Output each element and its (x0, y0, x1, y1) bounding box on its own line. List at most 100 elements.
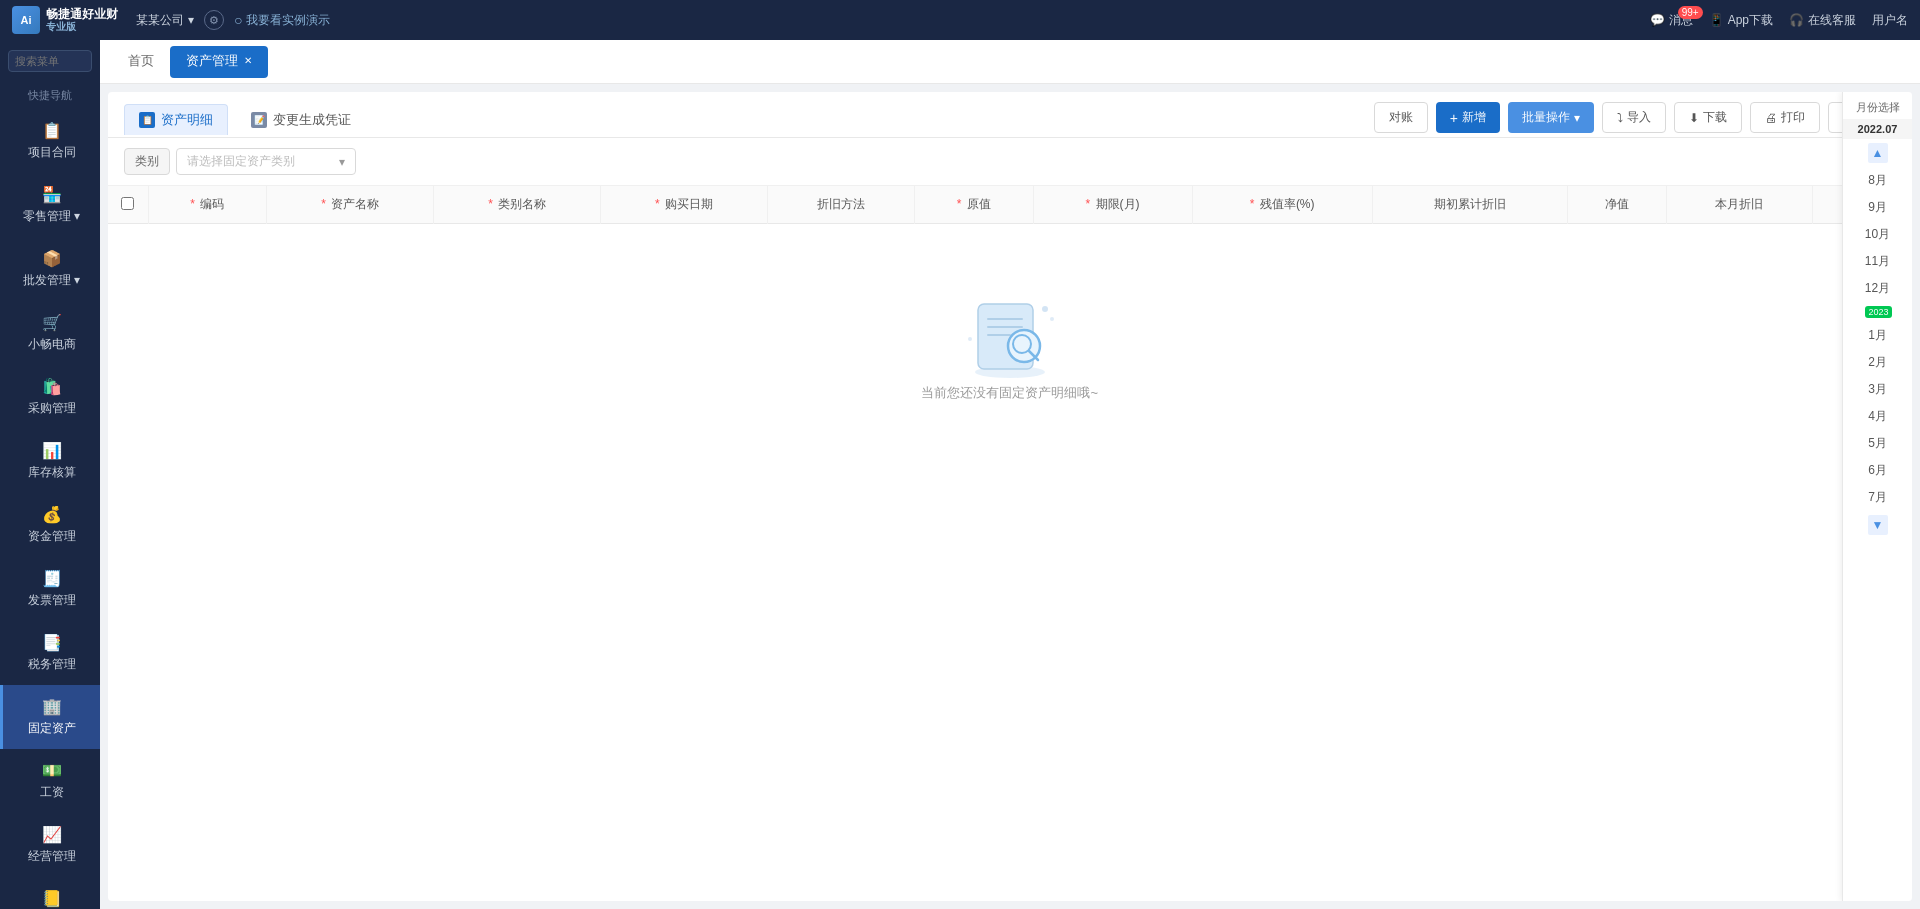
col-period: * 期限(月) (1033, 186, 1192, 224)
dropdown-icon: ▾ (188, 13, 194, 27)
content-area: 首页 资产管理 ✕ 📋 资产明细 📝 变更生成凭证 (100, 40, 1920, 909)
sidebar-item-wholesale[interactable]: 📦 批发管理 ▾ (0, 237, 100, 301)
month-nav-down[interactable]: ▼ (1868, 515, 1888, 535)
batch-button[interactable]: 批量操作 ▾ (1508, 102, 1594, 133)
current-year-display: 2022.07 (1843, 119, 1912, 139)
retail-icon: 🏪 (42, 185, 62, 204)
page-inner: 📋 资产明细 📝 变更生成凭证 对账 + 新增 (108, 92, 1912, 901)
sidebar-item-salary[interactable]: 💵 工资 (0, 749, 100, 813)
tab-asset-label: 资产管理 (186, 52, 238, 70)
tab-bar: 首页 资产管理 ✕ (100, 40, 1920, 84)
app-name: 畅捷通好业财 (46, 7, 118, 21)
download-label: 下载 (1703, 109, 1727, 126)
filter-bar: 类别 请选择固定资产类别 ▾ (108, 138, 1912, 186)
fixed-assets-icon: 🏢 (42, 697, 62, 716)
month-item-11[interactable]: 11月 (1843, 248, 1912, 275)
sidebar-item-finance[interactable]: 💰 资金管理 (0, 493, 100, 557)
sub-tab-asset-detail-label: 资产明细 (161, 111, 213, 129)
col-original-value: * 原值 (914, 186, 1033, 224)
sub-tab-asset-detail[interactable]: 📋 资产明细 (124, 104, 228, 135)
sidebar-item-ecommerce[interactable]: 🛒 小畅电商 (0, 301, 100, 365)
app-icon: 📱 (1709, 13, 1724, 27)
month-nav-up[interactable]: ▲ (1868, 143, 1888, 163)
filter-input[interactable]: 请选择固定资产类别 ▾ (176, 148, 356, 175)
empty-text: 当前您还没有固定资产明细哦~ (921, 384, 1098, 402)
sidebar: 快捷导航 📋 项目合同 🏪 零售管理 ▾ 📦 批发管理 ▾ 🛒 小畅电商 🛍️ … (0, 40, 100, 909)
add-button[interactable]: + 新增 (1436, 102, 1500, 133)
inventory-icon: 📊 (42, 441, 62, 460)
month-item-10[interactable]: 10月 (1843, 221, 1912, 248)
import-label: 导入 (1627, 109, 1651, 126)
reconcile-label: 对账 (1389, 109, 1413, 126)
ecommerce-icon: 🛒 (42, 313, 62, 332)
filter-label[interactable]: 类别 (124, 148, 170, 175)
month-item-3[interactable]: 3月 (1843, 376, 1912, 403)
sidebar-item-invoice[interactable]: 🧾 发票管理 (0, 557, 100, 621)
company-name: 某某公司 (136, 12, 184, 29)
add-label: 新增 (1462, 109, 1486, 126)
message-button[interactable]: 💬 消息 99+ (1650, 12, 1693, 29)
app-download-button[interactable]: 📱 App下载 (1709, 12, 1773, 29)
month-item-4[interactable]: 4月 (1843, 403, 1912, 430)
download-button[interactable]: ⬇ 下载 (1674, 102, 1742, 133)
invoice-icon: 🧾 (42, 569, 62, 588)
sidebar-item-label: 采购管理 (28, 400, 76, 417)
month-item-12[interactable]: 12月 (1843, 275, 1912, 302)
col-residual-rate: * 残值率(%) (1192, 186, 1372, 224)
sub-tab-change-label: 变更生成凭证 (273, 111, 351, 129)
tab-home[interactable]: 首页 (112, 42, 170, 82)
demo-link[interactable]: ○ 我要看实例演示 (234, 12, 330, 29)
sidebar-item-quick-nav[interactable]: 快捷导航 (0, 82, 100, 109)
month-item-2[interactable]: 2月 (1843, 349, 1912, 376)
app-logo: Ai 畅捷通好业财 专业版 (12, 6, 118, 34)
sidebar-item-ledger[interactable]: 📒 总账管理 (0, 877, 100, 909)
filter-dropdown-icon: ▾ (339, 155, 345, 169)
sidebar-item-operations[interactable]: 📈 经营管理 (0, 813, 100, 877)
sidebar-item-label: 批发管理 ▾ (23, 272, 80, 289)
ledger-icon: 📒 (42, 889, 62, 908)
month-item-9[interactable]: 9月 (1843, 194, 1912, 221)
logo-icon: Ai (12, 6, 40, 34)
sidebar-item-label: 经营管理 (28, 848, 76, 865)
month-item-6[interactable]: 6月 (1843, 457, 1912, 484)
month-item-8[interactable]: 8月 (1843, 167, 1912, 194)
sidebar-item-project[interactable]: 📋 项目合同 (0, 109, 100, 173)
sidebar-item-inventory[interactable]: 📊 库存核算 (0, 429, 100, 493)
sub-tab-change-voucher[interactable]: 📝 变更生成凭证 (236, 104, 366, 135)
company-selector[interactable]: 某某公司 ▾ (136, 12, 194, 29)
filter-select: 类别 请选择固定资产类别 ▾ (124, 148, 356, 175)
search-input[interactable] (8, 50, 92, 72)
svg-point-11 (968, 337, 972, 341)
select-all-checkbox[interactable] (121, 197, 134, 210)
batch-arrow-icon: ▾ (1574, 111, 1580, 125)
col-code: * 编码 (148, 186, 267, 224)
col-depreciation-method: 折旧方法 (768, 186, 915, 224)
filter-placeholder: 请选择固定资产类别 (187, 153, 295, 170)
month-item-1[interactable]: 1月 (1843, 322, 1912, 349)
online-service-button[interactable]: 🎧 在线客服 (1789, 12, 1856, 29)
tab-asset-management[interactable]: 资产管理 ✕ (170, 46, 268, 78)
month-item-7[interactable]: 7月 (1843, 484, 1912, 511)
sidebar-item-purchase[interactable]: 🛍️ 采购管理 (0, 365, 100, 429)
tab-close-icon[interactable]: ✕ (244, 55, 252, 66)
online-service-label: 在线客服 (1808, 12, 1856, 29)
reconcile-button[interactable]: 对账 (1374, 102, 1428, 133)
settings-button[interactable]: ⚙ (204, 10, 224, 30)
service-icon: 🎧 (1789, 13, 1804, 27)
month-item-5[interactable]: 5月 (1843, 430, 1912, 457)
sidebar-item-retail[interactable]: 🏪 零售管理 ▾ (0, 173, 100, 237)
asset-detail-icon: 📋 (139, 112, 155, 128)
print-button[interactable]: 🖨 打印 (1750, 102, 1820, 133)
sidebar-item-label: 资金管理 (28, 528, 76, 545)
print-label: 打印 (1781, 109, 1805, 126)
sidebar-item-label: 小畅电商 (28, 336, 76, 353)
year-2023-badge: 2023 (1865, 306, 1891, 318)
message-icon: 💬 (1650, 13, 1665, 27)
col-monthly-depreciation: 本月折旧 (1666, 186, 1813, 224)
tax-icon: 📑 (42, 633, 62, 652)
sidebar-item-tax[interactable]: 📑 税务管理 (0, 621, 100, 685)
user-avatar[interactable]: 用户名 (1872, 12, 1908, 29)
sidebar-item-fixed-assets[interactable]: 🏢 固定资产 (0, 685, 100, 749)
sidebar-item-label: 固定资产 (28, 720, 76, 737)
import-button[interactable]: ⤵ 导入 (1602, 102, 1666, 133)
